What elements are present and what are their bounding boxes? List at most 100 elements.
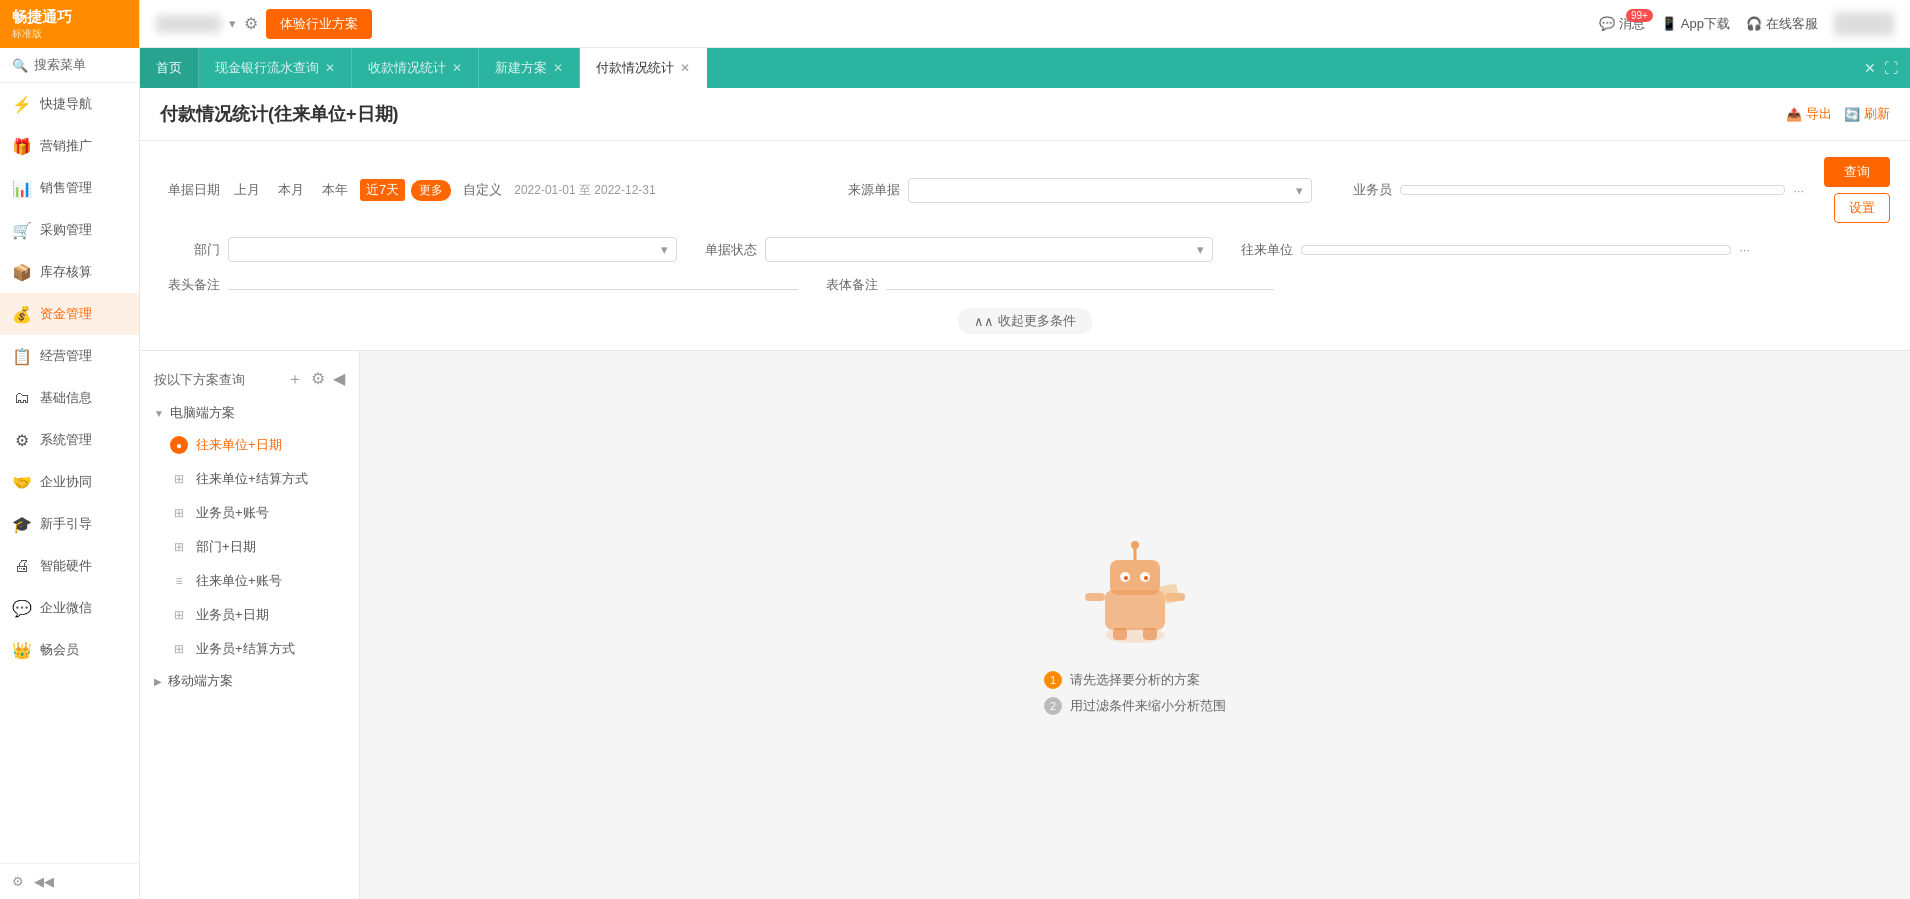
date-tab-more[interactable]: 更多 — [411, 180, 451, 201]
panel-collapse-icon[interactable]: ◀ — [333, 369, 345, 390]
scheme-item-salesperson-date[interactable]: ⊞ 业务员+日期 — [140, 598, 359, 632]
header-remark-input[interactable] — [228, 281, 798, 290]
tab-collection-close-icon[interactable]: ✕ — [452, 61, 462, 75]
panel-settings-icon[interactable]: ⚙ — [311, 369, 325, 390]
online-service-label: 在线客服 — [1766, 15, 1818, 33]
finance-icon: 💰 — [12, 304, 32, 324]
tab-payment-stats[interactable]: 付款情况统计 ✕ — [580, 48, 707, 88]
company-chevron-icon[interactable]: ▾ — [229, 16, 236, 31]
scheme-group-mobile-title[interactable]: ▶ 移动端方案 — [140, 666, 359, 696]
filter-partner: 往来单位 ··· — [1233, 241, 1750, 259]
source-doc-select[interactable]: ▾ — [908, 178, 1312, 203]
scheme-item-dept-date[interactable]: ⊞ 部门+日期 — [140, 530, 359, 564]
notification-badge: 99+ — [1626, 9, 1653, 22]
step-1-num: 1 — [1044, 671, 1062, 689]
empty-step-1: 1 请先选择要分析的方案 — [1044, 671, 1226, 689]
filter-row-2: 部门 ▾ 单据状态 ▾ 往来单位 — [160, 237, 1890, 262]
sidebar-item-inventory[interactable]: 📦 库存核算 — [0, 251, 139, 293]
group-arrow-icon: ▼ — [154, 408, 164, 419]
tab-payment-stats-close-icon[interactable]: ✕ — [680, 61, 690, 75]
partner-dots-icon[interactable]: ··· — [1739, 242, 1750, 257]
hardware-icon: 🖨 — [12, 556, 32, 576]
body-remark-input[interactable] — [886, 281, 1274, 290]
notification-button[interactable]: 💬 消息 99+ — [1599, 15, 1645, 33]
footer-collapse-icon[interactable]: ◀◀ — [34, 874, 54, 889]
scheme-group-desktop-title[interactable]: ▼ 电脑端方案 — [140, 398, 359, 428]
topbar-settings-icon[interactable]: ⚙ — [244, 14, 258, 33]
dept-select[interactable]: ▾ — [228, 237, 677, 262]
scheme-item-partner-account-label: 往来单位+账号 — [196, 572, 282, 590]
sidebar-item-purchase[interactable]: 🛒 采购管理 — [0, 209, 139, 251]
tab-new-plan-label: 新建方案 — [495, 59, 547, 77]
marketing-label: 营销推广 — [40, 137, 92, 155]
export-label: 导出 — [1806, 105, 1832, 123]
date-tab-last-month[interactable]: 上月 — [228, 179, 266, 201]
header-actions: 📤 导出 🔄 刷新 — [1786, 105, 1890, 123]
guide-label: 新手引导 — [40, 515, 92, 533]
scheme-item-partner-settlement-label: 往来单位+结算方式 — [196, 470, 308, 488]
sidebar-item-marketing[interactable]: 🎁 营销推广 — [0, 125, 139, 167]
svg-point-8 — [1131, 541, 1139, 549]
scheme-item-salesperson-account-label: 业务员+账号 — [196, 504, 269, 522]
filter-area: 单据日期 上月 本月 本年 近7天 更多 自定义 2022-01-01 至 20… — [140, 141, 1910, 351]
scheme-grid3-icon: ⊞ — [170, 538, 188, 556]
tab-cash-flow-close-icon[interactable]: ✕ — [325, 61, 335, 75]
tab-close-all-icon[interactable]: ✕ — [1864, 60, 1876, 76]
date-tab-this-month[interactable]: 本月 — [272, 179, 310, 201]
online-service-button[interactable]: 🎧 在线客服 — [1746, 15, 1818, 33]
date-tab-this-year[interactable]: 本年 — [316, 179, 354, 201]
panel-header-label: 按以下方案查询 — [154, 371, 245, 389]
sidebar-item-enterprise[interactable]: 🤝 企业协同 — [0, 461, 139, 503]
sidebar-item-finance[interactable]: 💰 资金管理 — [0, 293, 139, 335]
panel-add-icon[interactable]: ＋ — [287, 369, 303, 390]
date-tab-custom[interactable]: 自定义 — [457, 179, 508, 201]
app-download-button[interactable]: 📱 App下载 — [1661, 15, 1730, 33]
sidebar-item-member[interactable]: 👑 畅会员 — [0, 629, 139, 671]
search-menu[interactable]: 🔍 搜索菜单 — [0, 48, 139, 83]
main-content: 1 请先选择要分析的方案 2 用过滤条件来缩小分析范围 — [360, 351, 1910, 899]
trial-button[interactable]: 体验行业方案 — [266, 9, 372, 39]
sidebar-item-basic[interactable]: 🗂 基础信息 — [0, 377, 139, 419]
inventory-icon: 📦 — [12, 262, 32, 282]
partner-select[interactable] — [1301, 245, 1731, 255]
purchase-label: 采购管理 — [40, 221, 92, 239]
filter-settings-button[interactable]: 设置 — [1834, 193, 1890, 223]
member-label: 畅会员 — [40, 641, 79, 659]
scheme-item-partner-settlement[interactable]: ⊞ 往来单位+结算方式 — [140, 462, 359, 496]
export-button[interactable]: 📤 导出 — [1786, 105, 1832, 123]
scheme-item-salesperson-settlement[interactable]: ⊞ 业务员+结算方式 — [140, 632, 359, 666]
sidebar-item-guide[interactable]: 🎓 新手引导 — [0, 503, 139, 545]
sidebar-item-hardware[interactable]: 🖨 智能硬件 — [0, 545, 139, 587]
tab-fullscreen-icon[interactable]: ⛶ — [1884, 60, 1898, 76]
doc-status-select[interactable]: ▾ — [765, 237, 1214, 262]
salesperson-dots-icon[interactable]: ··· — [1793, 183, 1804, 198]
scheme-item-salesperson-account[interactable]: ⊞ 业务员+账号 — [140, 496, 359, 530]
user-avatar[interactable] — [1834, 12, 1894, 36]
footer-settings-icon[interactable]: ⚙ — [12, 874, 24, 889]
tab-home[interactable]: 首页 — [140, 48, 199, 88]
sidebar-item-operations[interactable]: 📋 经营管理 — [0, 335, 139, 377]
sidebar-item-wechat[interactable]: 💬 企业微信 — [0, 587, 139, 629]
tab-cash-flow[interactable]: 现金银行流水查询 ✕ — [199, 48, 352, 88]
salesperson-select[interactable] — [1400, 185, 1785, 195]
tab-cash-flow-label: 现金银行流水查询 — [215, 59, 319, 77]
collapse-button[interactable]: ∧∧ 收起更多条件 — [958, 308, 1092, 334]
svg-rect-1 — [1105, 590, 1165, 630]
sidebar-item-quick-nav[interactable]: ⚡ 快捷导航 — [0, 83, 139, 125]
quick-nav-icon: ⚡ — [12, 94, 32, 114]
finance-label: 资金管理 — [40, 305, 92, 323]
topbar-right: 💬 消息 99+ 📱 App下载 🎧 在线客服 — [1599, 12, 1894, 36]
refresh-button[interactable]: 🔄 刷新 — [1844, 105, 1890, 123]
tab-new-plan-close-icon[interactable]: ✕ — [553, 61, 563, 75]
export-icon: 📤 — [1786, 107, 1802, 122]
sidebar-item-sales[interactable]: 📊 销售管理 — [0, 167, 139, 209]
scheme-item-partner-date[interactable]: ● 往来单位+日期 — [140, 428, 359, 462]
sidebar-item-system[interactable]: ⚙ 系统管理 — [0, 419, 139, 461]
query-button[interactable]: 查询 — [1824, 157, 1890, 187]
scheme-grid-icon: ⊞ — [170, 470, 188, 488]
tab-new-plan[interactable]: 新建方案 ✕ — [479, 48, 580, 88]
date-tab-7days[interactable]: 近7天 — [360, 179, 405, 201]
tab-collection[interactable]: 收款情况统计 ✕ — [352, 48, 479, 88]
sidebar: 畅捷通巧 标准版 🔍 搜索菜单 ⚡ 快捷导航 🎁 营销推广 📊 销售管理 🛒 采… — [0, 0, 140, 899]
scheme-item-partner-account[interactable]: ≡ 往来单位+账号 — [140, 564, 359, 598]
